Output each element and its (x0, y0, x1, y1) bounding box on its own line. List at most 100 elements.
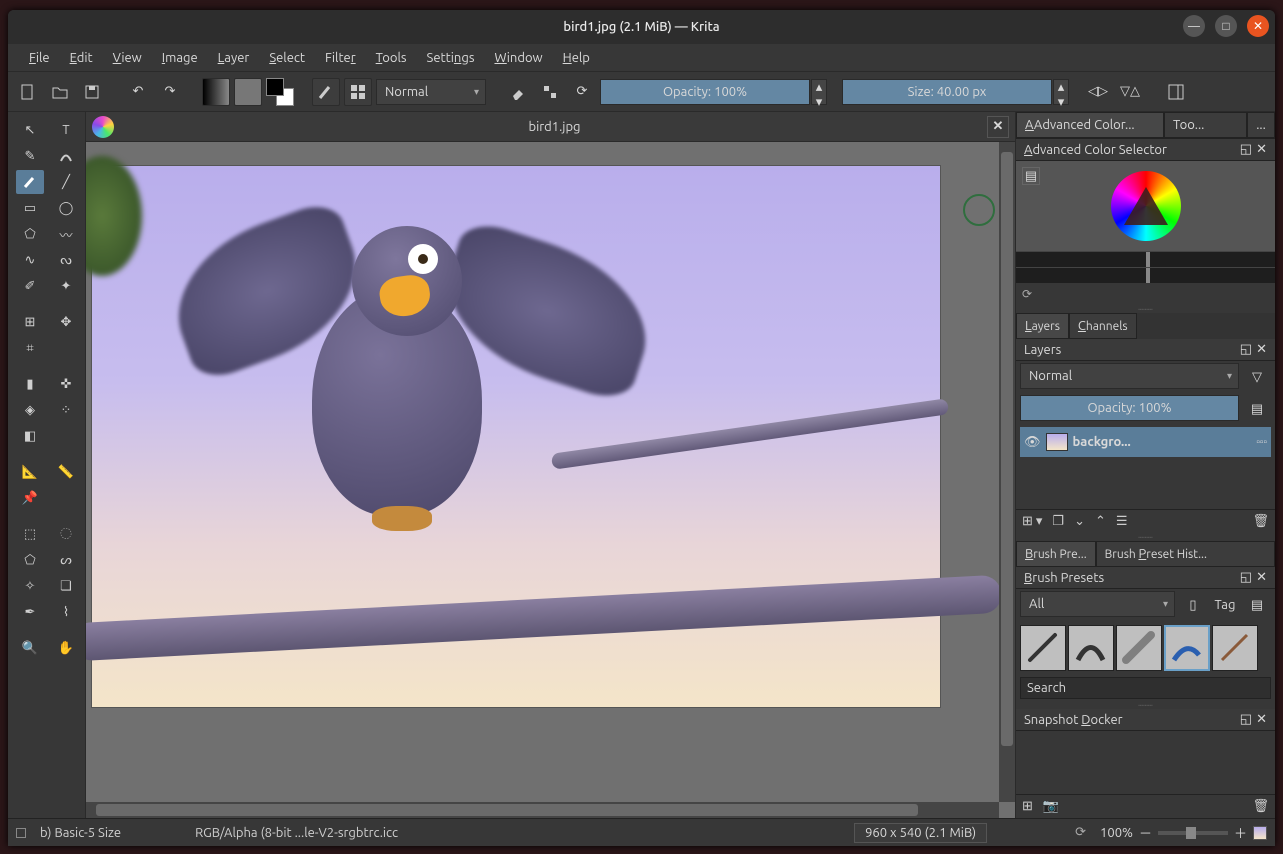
ellipse-select-tool[interactable]: ◌ (52, 522, 80, 546)
magnetic-select-tool[interactable]: ⌇ (52, 600, 80, 624)
tab-brush-presets[interactable]: Brush Pre... (1016, 541, 1096, 567)
layer-settings-button[interactable]: ▤ (1243, 395, 1271, 423)
menu-tools[interactable]: Tools (367, 48, 416, 68)
brush-view-button[interactable]: ▯ (1179, 591, 1207, 619)
eraser-toggle[interactable] (504, 78, 532, 106)
bezier-select-tool[interactable]: ✒ (16, 600, 44, 624)
rect-select-tool[interactable]: ⬚ (16, 522, 44, 546)
blend-mode-combo[interactable]: Normal (376, 79, 486, 105)
zoom-tool[interactable]: 🔍 (16, 636, 44, 660)
visibility-icon[interactable]: 👁 (1024, 435, 1041, 450)
zoom-in-button[interactable]: ＋ (1234, 823, 1247, 842)
color-picker-tool[interactable]: ✜ (52, 372, 80, 396)
menu-window[interactable]: Window (485, 48, 551, 68)
move-down-button[interactable]: ⌄ (1074, 514, 1085, 529)
menu-edit[interactable]: Edit (61, 48, 102, 68)
menu-image[interactable]: Image (153, 48, 207, 68)
layer-lock-icon[interactable]: ▫▫▫ (1256, 436, 1267, 448)
ellipse-tool[interactable]: ◯ (52, 196, 80, 220)
tab-brush-history[interactable]: Brush Preset Hist... (1096, 541, 1275, 567)
close-icon[interactable]: ✕ (1256, 712, 1267, 727)
brush-preset-3[interactable] (1116, 625, 1162, 671)
maximize-button[interactable]: □ (1215, 15, 1237, 37)
brush-preset-4[interactable] (1164, 625, 1210, 671)
tab-advanced-color[interactable]: AAdvanced Color... (1016, 112, 1164, 138)
similar-select-tool[interactable]: ❏ (52, 574, 80, 598)
new-file-button[interactable] (14, 78, 42, 106)
freehand-path-tool[interactable]: ᔓ (52, 248, 80, 272)
tab-layers[interactable]: Layers (1016, 313, 1069, 339)
canvas-map-icon[interactable] (1253, 826, 1267, 840)
rotate-canvas-icon[interactable]: ⟳ (1075, 825, 1086, 840)
menu-settings[interactable]: Settings (418, 48, 484, 68)
smart-fill-tool[interactable]: ◧ (16, 424, 44, 448)
dynamic-brush-tool[interactable]: ✐ (16, 274, 44, 298)
tab-tool-options[interactable]: Too... (1164, 112, 1247, 138)
scrollbar-horizontal[interactable] (86, 802, 999, 818)
brush-tag-button[interactable]: Tag (1211, 591, 1239, 619)
tab-channels[interactable]: Channels (1069, 313, 1137, 339)
move-tool[interactable]: ✥ (52, 310, 80, 334)
rectangle-tool[interactable]: ▭ (16, 196, 44, 220)
reference-tool[interactable]: 📌 (16, 486, 44, 510)
document-tab[interactable]: bird1.jpg (122, 120, 987, 134)
panel-handle[interactable]: ┄┄┄ (1016, 305, 1275, 313)
close-icon[interactable]: ✕ (1256, 342, 1267, 357)
color-menu-icon[interactable]: ▤ (1022, 167, 1040, 185)
size-up[interactable]: ▴ (1054, 80, 1068, 95)
polygon-select-tool[interactable]: ⬠ (16, 548, 44, 572)
brush-editor-button[interactable] (344, 78, 372, 106)
transform-tool[interactable]: ↖ (16, 118, 44, 142)
menu-filter[interactable]: Filter (316, 48, 365, 68)
panel-handle[interactable]: ┄┄┄ (1016, 533, 1275, 541)
gradient-button[interactable] (202, 78, 230, 106)
menu-layer[interactable]: Layer (209, 48, 259, 68)
brush-search-input[interactable]: Search (1020, 677, 1271, 699)
float-icon[interactable]: ◱ (1240, 142, 1252, 157)
close-document-button[interactable]: ✕ (987, 116, 1009, 138)
color-wheel-icon[interactable] (1111, 171, 1181, 241)
assistant-tool[interactable]: 📐 (16, 460, 44, 484)
layer-opacity-slider[interactable]: Opacity: 100% (1020, 395, 1239, 421)
layer-blend-combo[interactable]: Normal (1020, 363, 1239, 389)
brush-filter-combo[interactable]: All (1020, 591, 1175, 617)
close-icon[interactable]: ✕ (1256, 142, 1267, 157)
brush-preset-button[interactable] (312, 78, 340, 106)
opacity-up[interactable]: ▴ (812, 80, 826, 95)
move-tool-cross[interactable]: ⊞ (16, 310, 44, 334)
mirror-v-button[interactable]: ▽△ (1116, 78, 1144, 106)
text-tool[interactable]: T (52, 118, 80, 142)
menu-select[interactable]: Select (260, 48, 314, 68)
freehand-brush-tool[interactable] (16, 170, 44, 194)
size-down[interactable]: ▾ (1054, 95, 1068, 110)
brush-preset-2[interactable] (1068, 625, 1114, 671)
selection-indicator-icon[interactable] (16, 828, 26, 838)
line-tool[interactable]: ╱ (52, 170, 80, 194)
measure-tool[interactable]: 📏 (52, 460, 80, 484)
close-icon[interactable]: ✕ (1256, 570, 1267, 585)
edit-shapes-tool[interactable]: ✎ (16, 144, 44, 168)
multibrush-tool[interactable]: ✦ (52, 274, 80, 298)
add-snapshot-button[interactable]: ⊞ (1022, 799, 1033, 814)
size-slider[interactable]: Size: 40.00 px▴▾ (842, 79, 1052, 105)
float-icon[interactable]: ◱ (1240, 712, 1252, 727)
layer-props-button[interactable]: ☰ (1116, 514, 1128, 529)
workspace-button[interactable] (1162, 78, 1190, 106)
delete-snapshot-button[interactable]: 🗑 (1252, 799, 1269, 814)
canvas-image[interactable] (92, 166, 940, 707)
duplicate-layer-button[interactable]: ❐ (1052, 514, 1064, 529)
layer-row[interactable]: 👁 backgro... ▫▫▫ (1020, 427, 1271, 457)
opacity-down[interactable]: ▾ (812, 95, 826, 110)
crop-tool[interactable]: ⌗ (16, 336, 44, 360)
polyline-tool[interactable]: 〰 (52, 222, 80, 246)
brush-preset-5[interactable] (1212, 625, 1258, 671)
pattern-button[interactable] (234, 78, 262, 106)
fill-tool[interactable]: ▮ (16, 372, 44, 396)
add-layer-button[interactable]: ⊞ ▾ (1022, 514, 1042, 529)
brush-settings-button[interactable]: ▤ (1243, 591, 1271, 619)
layer-filter-button[interactable]: ▽ (1243, 363, 1271, 391)
bezier-tool[interactable]: ∿ (16, 248, 44, 272)
zoom-out-button[interactable]: － (1139, 823, 1152, 842)
panel-handle[interactable]: ┄┄┄ (1016, 701, 1275, 709)
mirror-h-button[interactable]: ◁▷ (1084, 78, 1112, 106)
